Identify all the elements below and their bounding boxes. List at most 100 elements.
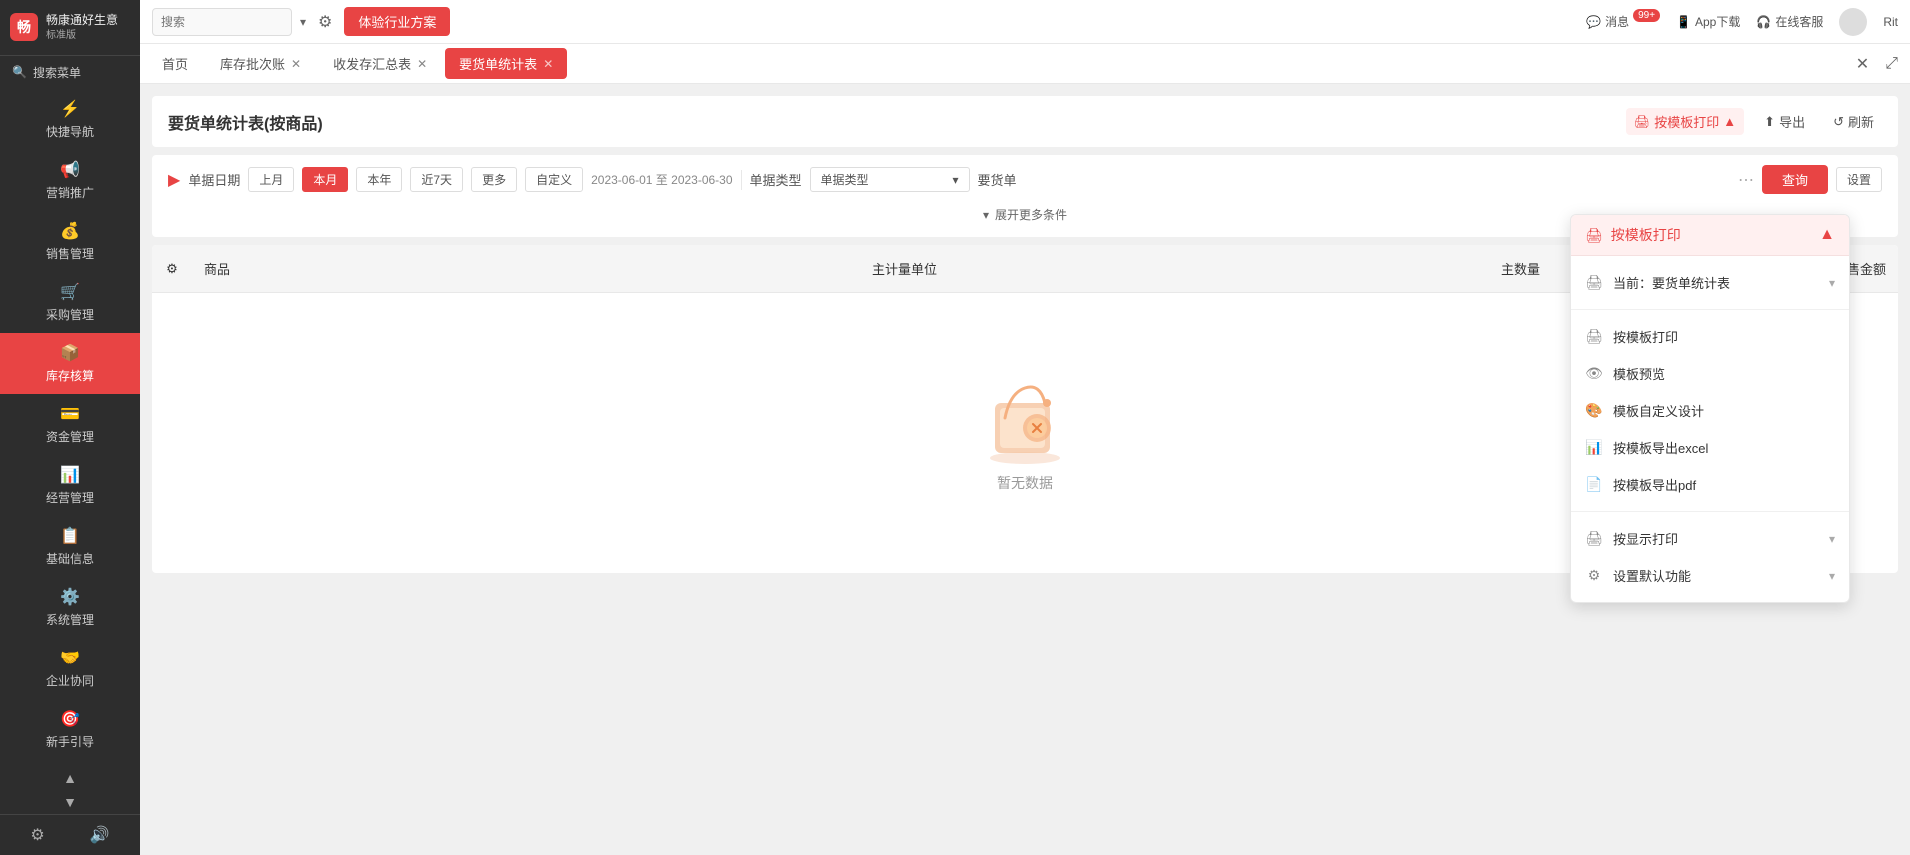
date-btn-more[interactable]: 更多 <box>471 167 517 192</box>
topbar-gear-icon[interactable]: ⚙ <box>314 12 336 32</box>
nav-icon-corp: 🤝 <box>60 648 80 668</box>
export-button[interactable]: ⬆ 导出 <box>1756 108 1813 135</box>
sidebar: 畅 畅康通好生意 标准版 🔍 搜索菜单 ⚡ 快捷导航 📢 营销推广 💰 销售管理… <box>0 0 140 855</box>
dropdown-print-icon: 🖨 <box>1585 227 1603 244</box>
topbar-highlight-button[interactable]: 体验行业方案 <box>344 7 450 36</box>
export-icon: ⬆ <box>1764 114 1775 130</box>
sidebar-item-inventory[interactable]: 📦 库存核算 <box>0 333 140 394</box>
topbar-message[interactable]: 💬 消息 99+ <box>1586 13 1660 30</box>
tab-inventory-batch[interactable]: 库存批次账 ✕ <box>206 48 315 79</box>
tabs-right-controls: ✕ ⤢ <box>1852 52 1902 76</box>
dropdown-template-export-excel[interactable]: 📊 按模板导出excel <box>1571 429 1849 466</box>
tab-order-stats-close[interactable]: ✕ <box>543 57 553 71</box>
filter-settings-button[interactable]: 设置 <box>1836 167 1882 192</box>
date-btn-this-year[interactable]: 本年 <box>356 167 402 192</box>
dropdown-template-preview[interactable]: 👁 模板预览 <box>1571 355 1849 392</box>
nav-icon-basic: 📋 <box>60 526 80 546</box>
nav-label-corp: 企业协同 <box>46 672 94 689</box>
template-design-label: 模板自定义设计 <box>1613 401 1704 420</box>
app-version: 标准版 <box>46 29 118 43</box>
template-print-icon: 🖨 <box>1585 328 1603 345</box>
date-btn-7days[interactable]: 近7天 <box>410 167 463 192</box>
settings-icon[interactable]: ⚙ <box>30 825 44 845</box>
dropdown-template-print[interactable]: 🖨 按模板打印 <box>1571 318 1849 355</box>
sidebar-item-apps[interactable]: 🔲 应用中心 <box>0 760 140 766</box>
tab-receipt-summary-close[interactable]: ✕ <box>417 57 427 71</box>
tab-home[interactable]: 首页 <box>148 48 202 79</box>
dropdown-close-button[interactable]: ▲ <box>1819 226 1835 244</box>
topbar-dropdown-button[interactable]: ▾ <box>300 15 306 29</box>
filter-more-options-icon[interactable]: ⋯ <box>1738 170 1754 190</box>
online-service-icon: 🎧 <box>1756 15 1771 29</box>
topbar-online-service[interactable]: 🎧 在线客服 <box>1756 13 1823 30</box>
sidebar-search[interactable]: 🔍 搜索菜单 <box>0 56 140 89</box>
filter-expand-icon[interactable]: ▶ <box>168 170 180 190</box>
sidebar-item-sales[interactable]: 💰 销售管理 <box>0 211 140 272</box>
tab-maximize-button[interactable]: ⤢ <box>1881 53 1902 75</box>
dropdown-current-label: 当前：要货单统计表 <box>1613 273 1730 292</box>
th-unit: 主计量单位 <box>860 253 1206 284</box>
sidebar-item-purchase[interactable]: 🛒 采购管理 <box>0 272 140 333</box>
tabs-bar: 首页 库存批次账 ✕ 收发存汇总表 ✕ 要货单统计表 ✕ ✕ ⤢ <box>140 44 1910 84</box>
date-btn-this-month[interactable]: 本月 <box>302 167 348 192</box>
template-preview-label: 模板预览 <box>1613 364 1665 383</box>
sidebar-item-corp[interactable]: 🤝 企业协同 <box>0 638 140 699</box>
query-button[interactable]: 查询 <box>1762 165 1828 194</box>
tab-close-all-button[interactable]: ✕ <box>1852 52 1873 76</box>
dropdown-set-default[interactable]: ⚙ 设置默认功能 ▾ <box>1571 557 1849 594</box>
sound-icon[interactable]: 🔊 <box>90 825 110 845</box>
dropdown-current-item[interactable]: 🖨 当前：要货单统计表 ▾ <box>1571 264 1849 301</box>
filter-actions: ⋯ 查询 设置 <box>1738 165 1882 194</box>
topbar: ▾ ⚙ 体验行业方案 💬 消息 99+ 📱 App下载 🎧 在线客服 Rit <box>140 0 1910 44</box>
tab-inventory-batch-close[interactable]: ✕ <box>291 57 301 71</box>
nav-icon-guide: 🎯 <box>60 709 80 729</box>
sidebar-scroll-down[interactable]: ▼ <box>0 790 140 814</box>
dropdown-template-export-pdf[interactable]: 📄 按模板导出pdf <box>1571 466 1849 503</box>
date-btn-custom[interactable]: 自定义 <box>525 167 583 192</box>
print-template-button[interactable]: 🖨 按模板打印 ▲ <box>1626 108 1744 135</box>
template-pdf-icon: 📄 <box>1585 476 1603 493</box>
dropdown-header: 🖨 按模板打印 ▲ <box>1571 215 1849 256</box>
sidebar-item-quick-nav[interactable]: ⚡ 快捷导航 <box>0 89 140 150</box>
current-template-arrow: ▾ <box>1829 276 1835 290</box>
nav-icon-inventory: 📦 <box>60 343 80 363</box>
th-checkbox[interactable]: ⚙ <box>152 255 192 283</box>
topbar-app-download[interactable]: 📱 App下载 <box>1676 13 1740 30</box>
nav-icon-marketing: 📢 <box>60 160 80 180</box>
sidebar-item-operation[interactable]: 📊 经营管理 <box>0 455 140 516</box>
app-download-icon: 📱 <box>1676 15 1691 29</box>
logo-icon: 畅 <box>10 13 38 41</box>
sidebar-item-system[interactable]: ⚙️ 系统管理 <box>0 577 140 638</box>
tab-receipt-summary[interactable]: 收发存汇总表 ✕ <box>319 48 441 79</box>
search-icon: 🔍 <box>12 65 27 79</box>
online-service-label: 在线客服 <box>1775 13 1823 30</box>
user-avatar[interactable] <box>1839 8 1867 36</box>
date-btn-last-month[interactable]: 上月 <box>248 167 294 192</box>
sidebar-item-marketing[interactable]: 📢 营销推广 <box>0 150 140 211</box>
template-design-icon: 🎨 <box>1585 402 1603 419</box>
dropdown-template-design[interactable]: 🎨 模板自定义设计 <box>1571 392 1849 429</box>
filter-date-label: 单据日期 <box>188 170 240 189</box>
sidebar-item-basic[interactable]: 📋 基础信息 <box>0 516 140 577</box>
topbar-search-input[interactable] <box>152 8 292 36</box>
dropdown-display-print[interactable]: 🖨 按显示打印 ▾ <box>1571 520 1849 557</box>
tab-order-stats[interactable]: 要货单统计表 ✕ <box>445 48 567 79</box>
page-actions: 🖨 按模板打印 ▲ ⬆ 导出 ↺ 刷新 <box>1626 108 1882 135</box>
nav-label-sales: 销售管理 <box>46 245 94 262</box>
nav-label-inventory: 库存核算 <box>46 367 94 384</box>
nav-label-purchase: 采购管理 <box>46 306 94 323</box>
sidebar-item-finance[interactable]: 💳 资金管理 <box>0 394 140 455</box>
tab-home-label: 首页 <box>162 54 188 73</box>
nav-icon-operation: 📊 <box>60 465 80 485</box>
empty-illustration <box>975 373 1075 473</box>
sidebar-item-guide[interactable]: 🎯 新手引导 <box>0 699 140 760</box>
export-label: 导出 <box>1779 112 1805 131</box>
display-print-icon: 🖨 <box>1585 530 1603 547</box>
filter-doctype-select[interactable]: 单据类型 ▾ <box>810 167 970 192</box>
content-area: 要货单统计表(按商品) 🖨 按模板打印 ▲ ⬆ 导出 ↺ 刷新 <box>140 84 1910 855</box>
dropdown-display-section: 🖨 按显示打印 ▾ ⚙ 设置默认功能 ▾ <box>1571 512 1849 602</box>
sidebar-scroll-up[interactable]: ▲ <box>0 766 140 790</box>
refresh-button[interactable]: ↺ 刷新 <box>1825 108 1882 135</box>
template-export-pdf-label: 按模板导出pdf <box>1613 475 1696 494</box>
app-name: 畅康通好生意 <box>46 12 118 29</box>
